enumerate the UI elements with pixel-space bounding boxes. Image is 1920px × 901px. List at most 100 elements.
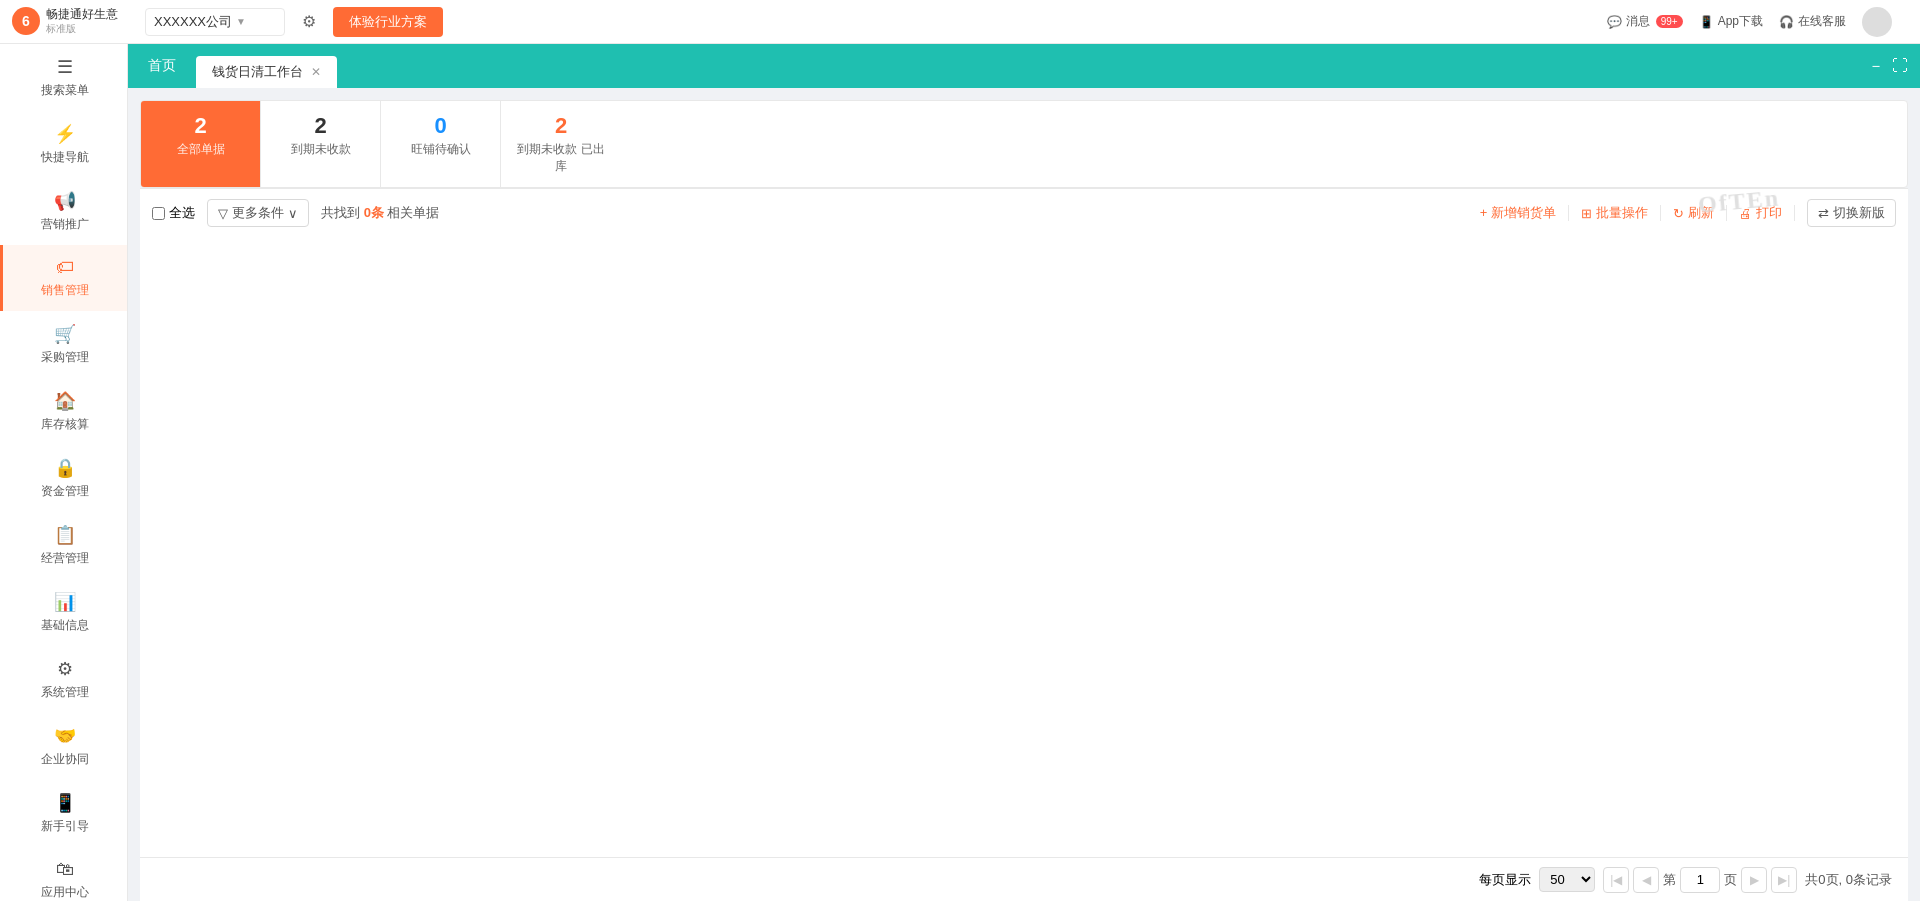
app-download-action[interactable]: 📱 App下载 [1699,13,1763,30]
base-info-icon: 📊 [54,591,76,613]
sidebar-item-purchase[interactable]: 🛒 采购管理 [0,311,127,378]
message-action[interactable]: 💬 消息 99+ [1607,13,1683,30]
stats-tabs: 2 全部单据 2 到期未收款 0 旺铺待确认 2 到期未收款 已出库 [140,100,1908,188]
logo-area: 6 畅捷通好生意 标准版 [12,7,137,35]
inventory-icon: 🏠 [54,390,76,412]
found-count: 0条 [364,205,384,220]
tab-home[interactable]: 首页 [128,44,196,88]
toolbar-left: 全选 ▽ 更多条件 ∨ 共找到 0条 相关单据 [152,199,1468,227]
settings-button[interactable]: ⚙ [293,6,325,38]
stats-tab-overdue[interactable]: 2 到期未收款 [261,101,381,187]
sales-icon: 🏷 [56,257,74,278]
sidebar-label-operations: 经营管理 [41,550,89,567]
sidebar-label-sales: 销售管理 [41,282,89,299]
tab-expand-button[interactable]: ⛶ [1892,57,1908,75]
more-filter-button[interactable]: ▽ 更多条件 ∨ [207,199,309,227]
stats-label-overdue: 到期未收款 [277,141,364,158]
select-all-label: 全选 [169,204,195,222]
batch-operation-button[interactable]: ⊞ 批量操作 [1581,204,1648,222]
switch-new-version-button[interactable]: ⇄ 切换新版 [1807,199,1896,227]
sidebar-item-app-center[interactable]: 🛍 应用中心 [0,847,127,901]
select-all-input[interactable] [152,207,165,220]
logo-text-area: 畅捷通好生意 标准版 [46,7,118,35]
page-prev-button[interactable]: ◀ [1633,867,1659,893]
sidebar-label-quick-nav: 快捷导航 [41,149,89,166]
table-area [140,237,1908,857]
add-sales-order-button[interactable]: + 新增销货单 [1480,204,1556,222]
marketing-icon: 📢 [54,190,76,212]
sidebar-label-inventory: 库存核算 [41,416,89,433]
page-first-button[interactable]: |◀ [1603,867,1629,893]
headset-icon: 🎧 [1779,15,1794,29]
page-next-button[interactable]: ▶ [1741,867,1767,893]
main-layout: ☰ 搜索菜单 ⚡ 快捷导航 📢 营销推广 🏷 销售管理 🛒 采购管理 🏠 库存核… [0,44,1920,901]
stats-count-shipped: 2 [517,113,605,139]
stats-tab-wangpu[interactable]: 0 旺铺待确认 [381,101,501,187]
sidebar-item-inventory[interactable]: 🏠 库存核算 [0,378,127,445]
avatar[interactable] [1862,7,1892,37]
system-icon: ⚙ [57,658,73,680]
stats-label-wangpu: 旺铺待确认 [397,141,484,158]
sidebar-label-marketing: 营销推广 [41,216,89,233]
stats-tab-all[interactable]: 2 全部单据 [141,101,261,187]
company-arrow-icon: ▼ [236,16,246,27]
more-filter-label: 更多条件 [232,204,284,222]
tab-close-icon[interactable]: ✕ [311,65,321,79]
stats-count-wangpu: 0 [397,113,484,139]
company-selector[interactable]: XXXXXX公司 ▼ [145,8,285,36]
sidebar-item-base-info[interactable]: 📊 基础信息 [0,579,127,646]
toolbar-divider-4 [1794,205,1795,221]
tab-bar: 首页 钱货日清工作台 ✕ － ⛶ [128,44,1920,88]
switch-icon: ⇄ [1818,206,1829,221]
message-badge: 99+ [1656,15,1683,28]
quick-nav-icon: ⚡ [54,123,76,145]
experience-button[interactable]: 体验行业方案 [333,7,443,37]
page-label: 第 [1663,871,1676,889]
sidebar-item-quick-nav[interactable]: ⚡ 快捷导航 [0,111,127,178]
stats-label-shipped: 到期未收款 已出库 [517,141,605,175]
purchase-icon: 🛒 [54,323,76,345]
logo-badge: 标准版 [46,22,118,36]
page-label-end: 页 [1724,871,1737,889]
sidebar-label-system: 系统管理 [41,684,89,701]
message-icon: 💬 [1607,15,1622,29]
sidebar-item-finance[interactable]: 🔒 资金管理 [0,445,127,512]
phone-icon: 📱 [1699,15,1714,29]
per-page-select[interactable]: 50 100 200 [1539,867,1595,892]
page-last-button[interactable]: ▶| [1771,867,1797,893]
sidebar-item-system[interactable]: ⚙ 系统管理 [0,646,127,713]
stats-tab-shipped[interactable]: 2 到期未收款 已出库 [501,101,621,187]
stats-count-overdue: 2 [277,113,364,139]
toolbar-right: + 新增销货单 ⊞ 批量操作 ↻ 刷新 🖨 打印 [1480,199,1896,227]
sidebar-item-sales[interactable]: 🏷 销售管理 [0,245,127,311]
toolbar-divider-1 [1568,205,1569,221]
refresh-button[interactable]: ↻ 刷新 [1673,204,1714,222]
company-name: XXXXXX公司 [154,13,232,31]
page-input[interactable] [1680,867,1720,893]
sidebar-item-marketing[interactable]: 📢 营销推广 [0,178,127,245]
cooperation-icon: 🤝 [54,725,76,747]
sidebar-label-search-menu: 搜索菜单 [41,82,89,99]
filter-icon: ▽ [218,206,228,221]
toolbar-divider-2 [1660,205,1661,221]
tab-minimize-button[interactable]: － [1868,56,1884,77]
sidebar-item-search-menu[interactable]: ☰ 搜索菜单 [0,44,127,111]
sidebar-label-guide: 新手引导 [41,818,89,835]
found-text: 共找到 0条 相关单据 [321,204,439,222]
select-all-checkbox[interactable]: 全选 [152,204,195,222]
stats-count-all: 2 [157,113,244,139]
content-main: 2 全部单据 2 到期未收款 0 旺铺待确认 2 到期未收款 已出库 [128,88,1920,901]
refresh-icon: ↻ [1673,206,1684,221]
sidebar-item-cooperation[interactable]: 🤝 企业协同 [0,713,127,780]
batch-icon: ⊞ [1581,206,1592,221]
sidebar-item-operations[interactable]: 📋 经营管理 [0,512,127,579]
online-service-action[interactable]: 🎧 在线客服 [1779,13,1846,30]
tab-active[interactable]: 钱货日清工作台 ✕ [196,56,337,88]
filter-arrow-icon: ∨ [288,206,298,221]
sidebar-item-guide[interactable]: 📱 新手引导 [0,780,127,847]
search-menu-icon: ☰ [57,56,73,78]
per-page-label: 每页显示 [1479,871,1531,889]
app-center-icon: 🛍 [56,859,74,880]
print-icon: 🖨 [1739,206,1752,221]
print-button[interactable]: 🖨 打印 [1739,204,1782,222]
